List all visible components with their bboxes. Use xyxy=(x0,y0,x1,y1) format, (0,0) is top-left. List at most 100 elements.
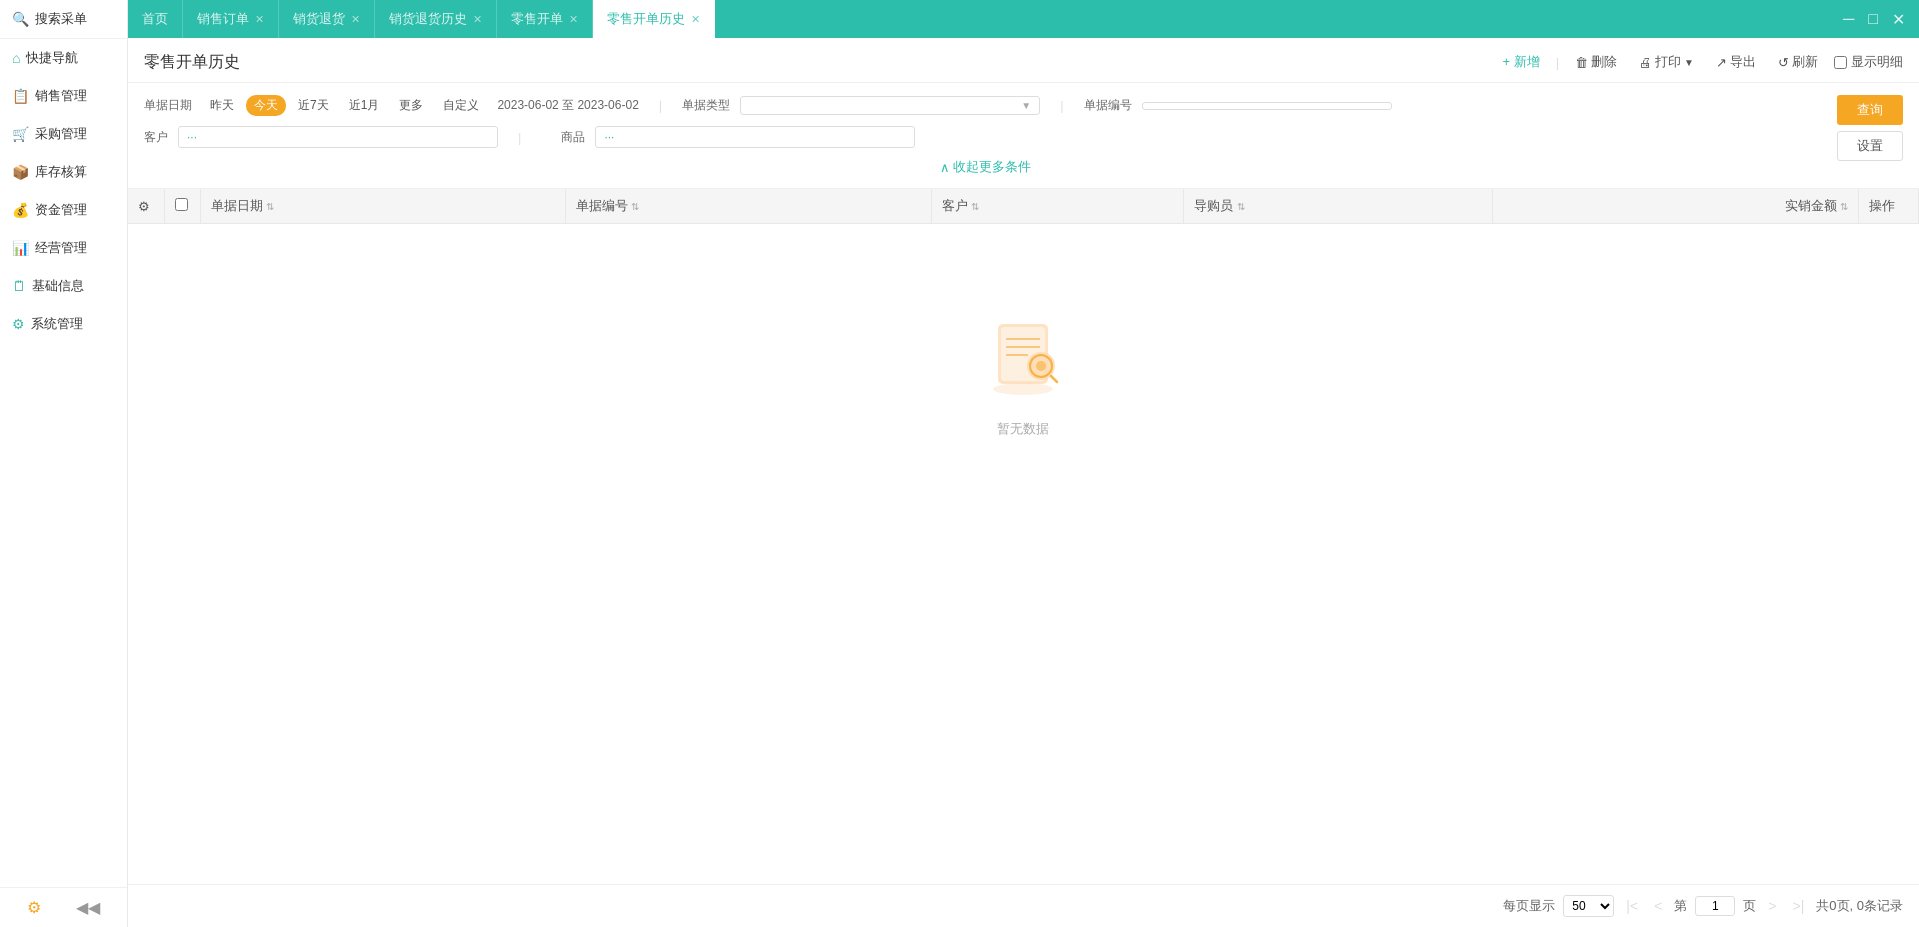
table-body: 暂无数据 xyxy=(128,224,1919,519)
close-button[interactable]: ✕ xyxy=(1888,8,1909,31)
display-detail-checkbox-label[interactable]: 显示明细 xyxy=(1834,53,1903,71)
th-customer: 客户 ⇅ xyxy=(931,189,1184,224)
goods-filter-input[interactable]: ··· xyxy=(595,126,915,148)
close-tab-sales-return[interactable]: ✕ xyxy=(351,13,360,26)
print-button[interactable]: 🖨 打印 ▼ xyxy=(1633,50,1700,74)
page-title: 零售开单历史 xyxy=(144,52,240,73)
sort-guide-icon[interactable]: ⇅ xyxy=(1237,201,1245,212)
tab-sales-order[interactable]: 销售订单 ✕ xyxy=(183,0,279,38)
date-opt-custom[interactable]: 自定义 xyxy=(435,95,487,116)
toolbar-actions: + 新增 | 🗑 删除 🖨 打印 ▼ ↗ 导出 ↺ 刷新 xyxy=(1496,50,1903,74)
data-table: ⚙ 单据日期 ⇅ 单据编号 ⇅ xyxy=(128,189,1919,518)
th-number: 单据编号 ⇅ xyxy=(566,189,932,224)
top-nav-tabs: 首页 销售订单 ✕ 销货退货 ✕ 销货退货历史 ✕ 零售开单 ✕ 零售开单历史 … xyxy=(128,0,1919,38)
sidebar-bottom: ⚙ ◀◀ xyxy=(0,887,127,927)
goods-dots-button[interactable]: ··· xyxy=(604,130,614,144)
date-opt-1month[interactable]: 近1月 xyxy=(341,95,388,116)
type-filter-label: 单据类型 xyxy=(682,97,730,114)
delete-button[interactable]: 🗑 删除 xyxy=(1569,50,1623,74)
sort-date-icon[interactable]: ⇅ xyxy=(266,201,274,212)
sidebar-item-system[interactable]: ⚙ 系统管理 xyxy=(0,305,127,343)
svg-point-9 xyxy=(1036,361,1046,371)
sidebar: 🔍 搜索采单 ⌂ 快捷导航 📋 销售管理 🛒 采购管理 📦 库存核算 💰 资金管… xyxy=(0,0,128,927)
prev-page-button[interactable]: < xyxy=(1650,896,1666,916)
sidebar-item-quick-nav[interactable]: ⌂ 快捷导航 xyxy=(0,39,127,77)
close-tab-retail-order-history[interactable]: ✕ xyxy=(691,13,700,26)
collapse-sidebar-icon[interactable]: ◀◀ xyxy=(76,898,100,917)
type-select-arrow: ▼ xyxy=(1021,100,1031,111)
refresh-icon: ↺ xyxy=(1778,55,1789,70)
select-all-checkbox[interactable] xyxy=(175,198,188,211)
sidebar-item-finance[interactable]: 💰 资金管理 xyxy=(0,191,127,229)
sort-number-icon[interactable]: ⇅ xyxy=(631,201,639,212)
empty-illustration xyxy=(973,304,1073,404)
date-opt-more[interactable]: 更多 xyxy=(391,95,431,116)
tab-retail-order-history[interactable]: 零售开单历史 ✕ xyxy=(593,0,715,38)
operations-icon: 📊 xyxy=(12,240,29,256)
info-icon: 🗒 xyxy=(12,278,26,294)
sidebar-item-purchase[interactable]: 🛒 采购管理 xyxy=(0,115,127,153)
sidebar-item-sales[interactable]: 📋 销售管理 xyxy=(0,77,127,115)
main-area: 首页 销售订单 ✕ 销货退货 ✕ 销货退货历史 ✕ 零售开单 ✕ 零售开单历史 … xyxy=(128,0,1919,927)
export-icon: ↗ xyxy=(1716,55,1727,70)
tab-sales-return[interactable]: 销货退货 ✕ xyxy=(279,0,375,38)
number-filter-input[interactable] xyxy=(1142,102,1392,110)
tab-spacer xyxy=(715,0,1829,38)
purchase-icon: 🛒 xyxy=(12,126,29,142)
close-tab-sales-order[interactable]: ✕ xyxy=(255,13,264,26)
tab-sales-return-history[interactable]: 销货退货历史 ✕ xyxy=(375,0,497,38)
refresh-button[interactable]: ↺ 刷新 xyxy=(1772,50,1824,74)
sidebar-item-operations[interactable]: 📊 经营管理 xyxy=(0,229,127,267)
filter-area: 单据日期 昨天 今天 近7天 近1月 更多 自定义 2023-06-02 至 2… xyxy=(128,83,1919,189)
page-header: 零售开单历史 + 新增 | 🗑 删除 🖨 打印 ▼ ↗ 导出 ↺ xyxy=(128,38,1919,83)
date-range-display: 2023-06-02 至 2023-06-02 xyxy=(497,97,638,114)
sidebar-item-base-info[interactable]: 🗒 基础信息 xyxy=(0,267,127,305)
sales-icon: 📋 xyxy=(12,88,29,104)
maximize-button[interactable]: □ xyxy=(1864,8,1882,30)
first-page-button[interactable]: |< xyxy=(1622,896,1642,916)
svg-point-0 xyxy=(993,383,1053,395)
table-container: ⚙ 单据日期 ⇅ 单据编号 ⇅ xyxy=(128,189,1919,884)
close-tab-sales-return-history[interactable]: ✕ xyxy=(473,13,482,26)
add-button[interactable]: + 新增 xyxy=(1496,50,1545,74)
tab-retail-order[interactable]: 零售开单 ✕ xyxy=(497,0,593,38)
collapse-filter-button[interactable]: ∧ 收起更多条件 xyxy=(144,158,1827,176)
customer-filter-input[interactable]: ··· xyxy=(178,126,498,148)
date-opt-7days[interactable]: 近7天 xyxy=(290,95,337,116)
page-number-input[interactable]: 1 xyxy=(1695,896,1735,916)
sidebar-item-label: 经营管理 xyxy=(35,239,87,257)
sidebar-item-label: 库存核算 xyxy=(35,163,87,181)
pagination: 每页显示 50 10 20 100 |< < 第 1 页 > >| 共0页, 0… xyxy=(128,884,1919,927)
date-opt-yesterday[interactable]: 昨天 xyxy=(202,95,242,116)
content-area: 零售开单历史 + 新增 | 🗑 删除 🖨 打印 ▼ ↗ 导出 ↺ xyxy=(128,38,1919,927)
sidebar-item-label: 资金管理 xyxy=(35,201,87,219)
th-amount: 实销金额 ⇅ xyxy=(1493,189,1859,224)
sort-amount-icon[interactable]: ⇅ xyxy=(1840,201,1848,212)
date-opt-today[interactable]: 今天 xyxy=(246,95,286,116)
tab-home[interactable]: 首页 xyxy=(128,0,183,38)
query-button[interactable]: 查询 xyxy=(1837,95,1903,125)
sidebar-search[interactable]: 🔍 搜索采单 xyxy=(0,0,127,39)
next-page-button[interactable]: > xyxy=(1764,896,1780,916)
th-date: 单据日期 ⇅ xyxy=(200,189,566,224)
sidebar-item-inventory[interactable]: 📦 库存核算 xyxy=(0,153,127,191)
window-controls: ─ □ ✕ xyxy=(1829,0,1919,38)
minimize-button[interactable]: ─ xyxy=(1839,8,1858,30)
export-button[interactable]: ↗ 导出 xyxy=(1710,50,1762,74)
page-total: 共0页, 0条记录 xyxy=(1816,897,1903,915)
display-detail-checkbox[interactable] xyxy=(1834,56,1847,69)
filter-setting-button[interactable]: 设置 xyxy=(1837,131,1903,161)
customer-dots-button[interactable]: ··· xyxy=(187,130,197,144)
date-options: 昨天 今天 近7天 近1月 更多 自定义 xyxy=(202,95,487,116)
type-filter-select[interactable]: ▼ xyxy=(740,96,1040,115)
th-settings[interactable]: ⚙ xyxy=(128,189,164,224)
per-page-select[interactable]: 50 10 20 100 xyxy=(1563,895,1614,917)
sidebar-item-label: 采购管理 xyxy=(35,125,87,143)
empty-text: 暂无数据 xyxy=(997,420,1049,438)
sort-customer-icon[interactable]: ⇅ xyxy=(971,201,979,212)
th-checkbox[interactable] xyxy=(164,189,200,224)
close-tab-retail-order[interactable]: ✕ xyxy=(569,13,578,26)
settings-gear-icon[interactable]: ⚙ xyxy=(27,898,41,917)
date-filter-label: 单据日期 xyxy=(144,97,192,114)
last-page-button[interactable]: >| xyxy=(1789,896,1809,916)
